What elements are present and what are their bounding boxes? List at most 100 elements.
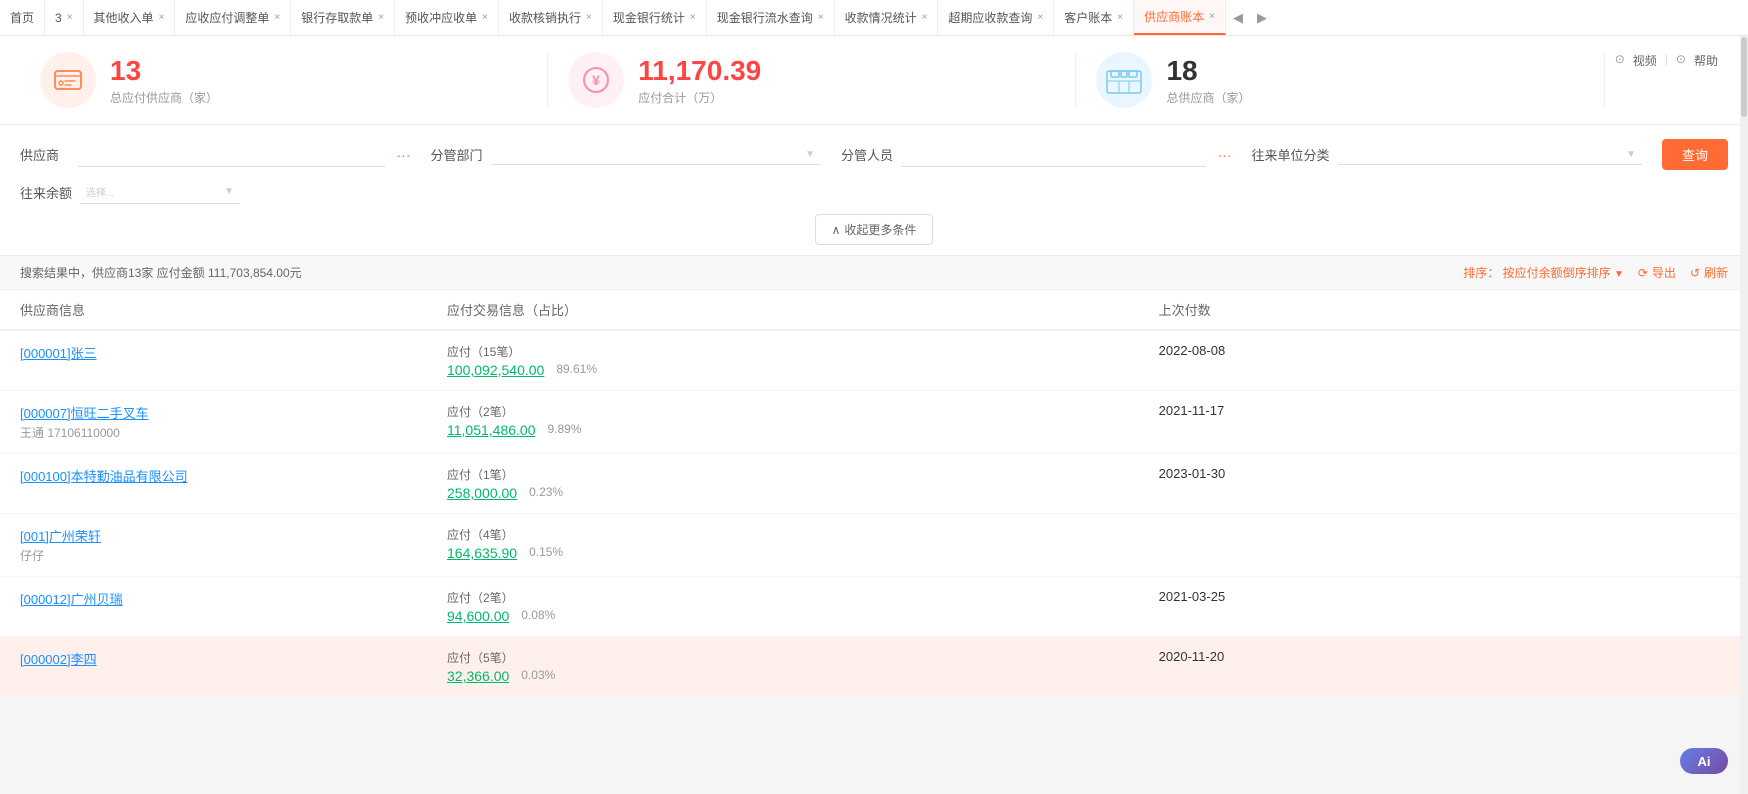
nav-tab-customer-ledger-label: 客户账本: [1064, 9, 1112, 26]
nav-tab-overdue-close[interactable]: ×: [1037, 12, 1043, 23]
table-row: [000007]恒旺二手叉车 王通 17106110000 应付（2笔） 11,…: [0, 391, 1748, 454]
supplier-link-2[interactable]: [000100]本特勤油品有限公司: [20, 466, 447, 485]
trans-amount-5[interactable]: 32,366.00: [447, 668, 509, 684]
person-filter-label: 分管人员: [841, 145, 893, 164]
nav-tab-3[interactable]: 3 ×: [45, 0, 84, 35]
sort-dropdown-icon[interactable]: ▼: [1614, 269, 1624, 280]
nav-tab-collection-stats[interactable]: 收款情况统计 ×: [835, 0, 939, 35]
nav-tab-bank-deposit[interactable]: 银行存取款单 ×: [291, 0, 395, 35]
trans-pct-2: 0.23%: [529, 485, 563, 499]
supplier-link-5[interactable]: [000002]李四: [20, 649, 447, 668]
top-right-links: ⊙ 视频 | ⊙ 帮助: [1605, 52, 1728, 108]
trans-pct-3: 0.15%: [529, 545, 563, 559]
nav-tab-receivable-adjust[interactable]: 应收应付调整单 ×: [175, 0, 291, 35]
category-filter-select[interactable]: ▼: [1338, 145, 1642, 165]
result-sort: 排序： 按应付余额倒序排序 ▼: [1463, 264, 1624, 281]
supplier-sub-3: 仔仔: [20, 547, 447, 564]
nav-arrow-left[interactable]: ◀: [1226, 0, 1250, 35]
trans-amount-3[interactable]: 164,635.90: [447, 545, 517, 561]
trans-row-5: 32,366.00 0.03%: [447, 666, 1159, 684]
filter-person: 分管人员 ···: [841, 143, 1232, 167]
export-icon: ⟳: [1638, 266, 1648, 280]
nav-tab-customer-ledger[interactable]: 客户账本 ×: [1054, 0, 1134, 35]
help-link[interactable]: 帮助: [1694, 52, 1718, 69]
col-header-transaction: 应付交易信息（占比）: [447, 300, 1159, 319]
nav-tab-prepay-label: 预收冲应收单: [405, 9, 477, 26]
person-filter-dots[interactable]: ···: [1218, 147, 1232, 163]
result-actions: 排序： 按应付余额倒序排序 ▼ ⟳ 导出 ↺ 刷新: [1463, 264, 1728, 281]
result-bar: 搜索结果中，供应商13家 应付金额 111,703,854.00元 排序： 按应…: [0, 256, 1748, 290]
refresh-btn-label: 刷新: [1704, 264, 1728, 281]
scrollbar[interactable]: [1740, 36, 1748, 794]
trans-row-2: 258,000.00 0.23%: [447, 483, 1159, 501]
nav-tab-other-income[interactable]: 其他收入单 ×: [84, 0, 176, 35]
filter-balance: 往来余额 选择... ▼: [20, 180, 1728, 204]
nav-tab-cash-bank-stats-close[interactable]: ×: [690, 12, 696, 23]
lastpay-date-1: 2021-11-17: [1159, 403, 1444, 418]
total-suppliers-icon: [1096, 52, 1152, 108]
trans-pct-0: 89.61%: [556, 362, 597, 376]
nav-tab-cash-bank-stats[interactable]: 现金银行统计 ×: [603, 0, 707, 35]
nav-arrow-right[interactable]: ▶: [1250, 0, 1274, 35]
collapse-button[interactable]: ∧ 收起更多条件: [815, 214, 934, 245]
balance-filter-label: 往来余额: [20, 183, 72, 202]
trans-amount-2[interactable]: 258,000.00: [447, 485, 517, 501]
scrollbar-thumb[interactable]: [1741, 37, 1747, 117]
dept-filter-select[interactable]: ▼: [491, 145, 821, 165]
supplier-filter-input[interactable]: [78, 143, 385, 167]
nav-tab-supplier-ledger[interactable]: 供应商账本 ×: [1134, 0, 1226, 35]
nav-tab-collection[interactable]: 收款核销执行 ×: [499, 0, 603, 35]
nav-tab-cash-flow-close[interactable]: ×: [818, 12, 824, 23]
supplier-link-1[interactable]: [000007]恒旺二手叉车: [20, 403, 447, 422]
table-row: [000012]广州贝瑞 应付（2笔） 94,600.00 0.08% 2021…: [0, 577, 1748, 637]
supplier-link-0[interactable]: [000001]张三: [20, 343, 447, 362]
nav-tab-collection-close[interactable]: ×: [586, 12, 592, 23]
trans-label-4: 应付（2笔）: [447, 589, 1159, 606]
filter-supplier: 供应商 ···: [20, 143, 411, 167]
trans-row-3: 164,635.90 0.15%: [447, 543, 1159, 561]
nav-tab-other-income-close[interactable]: ×: [159, 12, 165, 23]
nav-tab-receivable-adjust-close[interactable]: ×: [274, 12, 280, 23]
filter-bar: 供应商 ··· 分管部门 ▼ 分管人员 ··· 往来单位分类 ▼ 查询 往来: [0, 125, 1748, 256]
video-link[interactable]: 视频: [1633, 52, 1657, 69]
trans-row-1: 11,051,486.00 9.89%: [447, 420, 1159, 438]
dept-filter-label: 分管部门: [431, 145, 483, 164]
nav-tab-supplier-ledger-close[interactable]: ×: [1209, 11, 1215, 22]
sort-value[interactable]: 按应付余额倒序排序: [1503, 266, 1611, 280]
ai-badge[interactable]: Ai: [1680, 748, 1728, 774]
trans-row-4: 94,600.00 0.08%: [447, 606, 1159, 624]
search-button[interactable]: 查询: [1662, 139, 1728, 170]
nav-tab-3-close[interactable]: ×: [67, 12, 73, 23]
person-filter-input[interactable]: [901, 143, 1205, 167]
nav-tab-overdue[interactable]: 超期应收款查询 ×: [938, 0, 1054, 35]
divider: |: [1665, 52, 1668, 66]
table-row: [001]广州荣轩 仔仔 应付（4笔） 164,635.90 0.15%: [0, 514, 1748, 577]
refresh-button[interactable]: ↺ 刷新: [1690, 264, 1728, 281]
nav-tab-home[interactable]: 首页: [0, 0, 45, 35]
supplier-filter-dots[interactable]: ···: [397, 147, 411, 163]
total-suppliers-number: 18: [1166, 54, 1583, 88]
circle-icon: ⊙: [1615, 52, 1625, 66]
nav-tab-customer-ledger-close[interactable]: ×: [1117, 12, 1123, 23]
nav-tab-other-income-label: 其他收入单: [94, 9, 154, 26]
nav-tab-bank-deposit-close[interactable]: ×: [378, 12, 384, 23]
supplier-cell-2: [000100]本特勤油品有限公司: [20, 466, 447, 485]
nav-tab-collection-stats-close[interactable]: ×: [922, 12, 928, 23]
supplier-link-3[interactable]: [001]广州荣轩: [20, 526, 447, 545]
collapse-btn-label: 收起更多条件: [844, 221, 916, 238]
transaction-cell-1: 应付（2笔） 11,051,486.00 9.89%: [447, 403, 1159, 438]
supplier-cell-1: [000007]恒旺二手叉车 王通 17106110000: [20, 403, 447, 441]
trans-row-0: 100,092,540.00 89.61%: [447, 360, 1159, 378]
nav-tab-prepay-close[interactable]: ×: [482, 12, 488, 23]
nav-tab-prepay[interactable]: 预收冲应收单 ×: [395, 0, 499, 35]
supplier-link-4[interactable]: [000012]广州贝瑞: [20, 589, 447, 608]
balance-filter-select[interactable]: 选择... ▼: [80, 180, 240, 204]
trans-amount-1[interactable]: 11,051,486.00: [447, 422, 536, 438]
trans-amount-0[interactable]: 100,092,540.00: [447, 362, 544, 378]
nav-tab-cash-flow[interactable]: 现金银行流水查询 ×: [707, 0, 835, 35]
trans-amount-4[interactable]: 94,600.00: [447, 608, 509, 624]
payable-suppliers-number: 13: [110, 54, 527, 88]
export-button[interactable]: ⟳ 导出: [1638, 264, 1676, 281]
total-suppliers-label: 总供应商（家）: [1166, 89, 1583, 106]
top-navigation: 首页 3 × 其他收入单 × 应收应付调整单 × 银行存取款单 × 预收冲应收单…: [0, 0, 1748, 36]
